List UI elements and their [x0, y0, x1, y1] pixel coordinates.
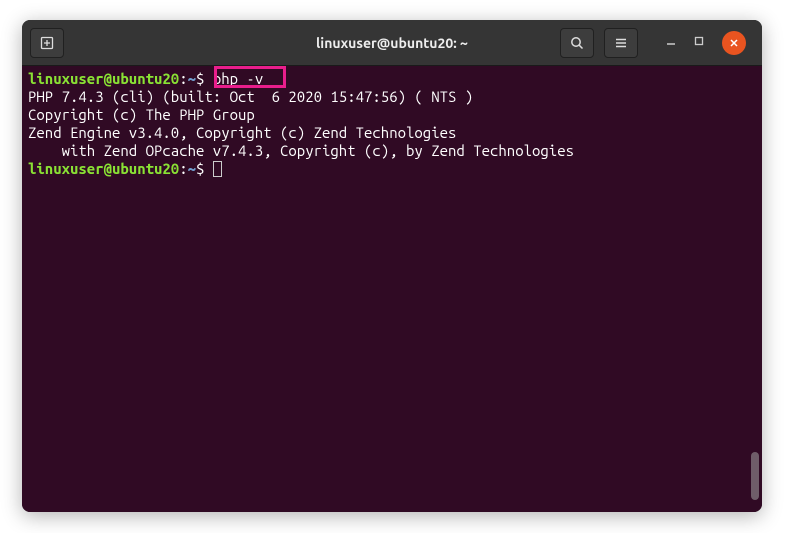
- close-button[interactable]: [722, 31, 746, 55]
- hamburger-icon: [613, 35, 629, 51]
- output-line-2: Copyright (c) The PHP Group: [28, 106, 756, 124]
- prompt-line-2: linuxuser@ubuntu20:~$: [28, 160, 756, 178]
- minimize-icon: [666, 36, 676, 46]
- terminal-window: linuxuser@ubuntu20: ~ linu: [22, 20, 762, 512]
- search-icon: [569, 35, 585, 51]
- window-title: linuxuser@ubuntu20: ~: [316, 35, 468, 51]
- prompt-user: linuxuser@ubuntu20: [28, 70, 179, 87]
- terminal-body[interactable]: linuxuser@ubuntu20:~$ php -v PHP 7.4.3 (…: [22, 66, 762, 512]
- prompt-path: ~: [188, 70, 196, 87]
- prompt-user: linuxuser@ubuntu20: [28, 160, 179, 177]
- output-line-1: PHP 7.4.3 (cli) (built: Oct 6 2020 15:47…: [28, 88, 756, 106]
- scrollbar-thumb[interactable]: [751, 452, 759, 500]
- new-tab-button[interactable]: [30, 28, 64, 58]
- output-line-4: with Zend OPcache v7.4.3, Copyright (c),…: [28, 142, 756, 160]
- prompt-path: ~: [188, 160, 196, 177]
- close-icon: [729, 38, 739, 48]
- command-text: php -v: [204, 70, 263, 87]
- prompt-colon: :: [179, 160, 187, 177]
- new-tab-icon: [39, 35, 55, 51]
- titlebar: linuxuser@ubuntu20: ~: [22, 20, 762, 66]
- search-button[interactable]: [560, 28, 594, 58]
- maximize-button[interactable]: [694, 36, 704, 49]
- prompt-line-1: linuxuser@ubuntu20:~$ php -v: [28, 70, 756, 88]
- maximize-icon: [694, 36, 704, 46]
- output-line-3: Zend Engine v3.4.0, Copyright (c) Zend T…: [28, 124, 756, 142]
- minimize-button[interactable]: [666, 36, 676, 49]
- cursor: [213, 161, 222, 177]
- menu-button[interactable]: [604, 28, 638, 58]
- prompt-colon: :: [179, 70, 187, 87]
